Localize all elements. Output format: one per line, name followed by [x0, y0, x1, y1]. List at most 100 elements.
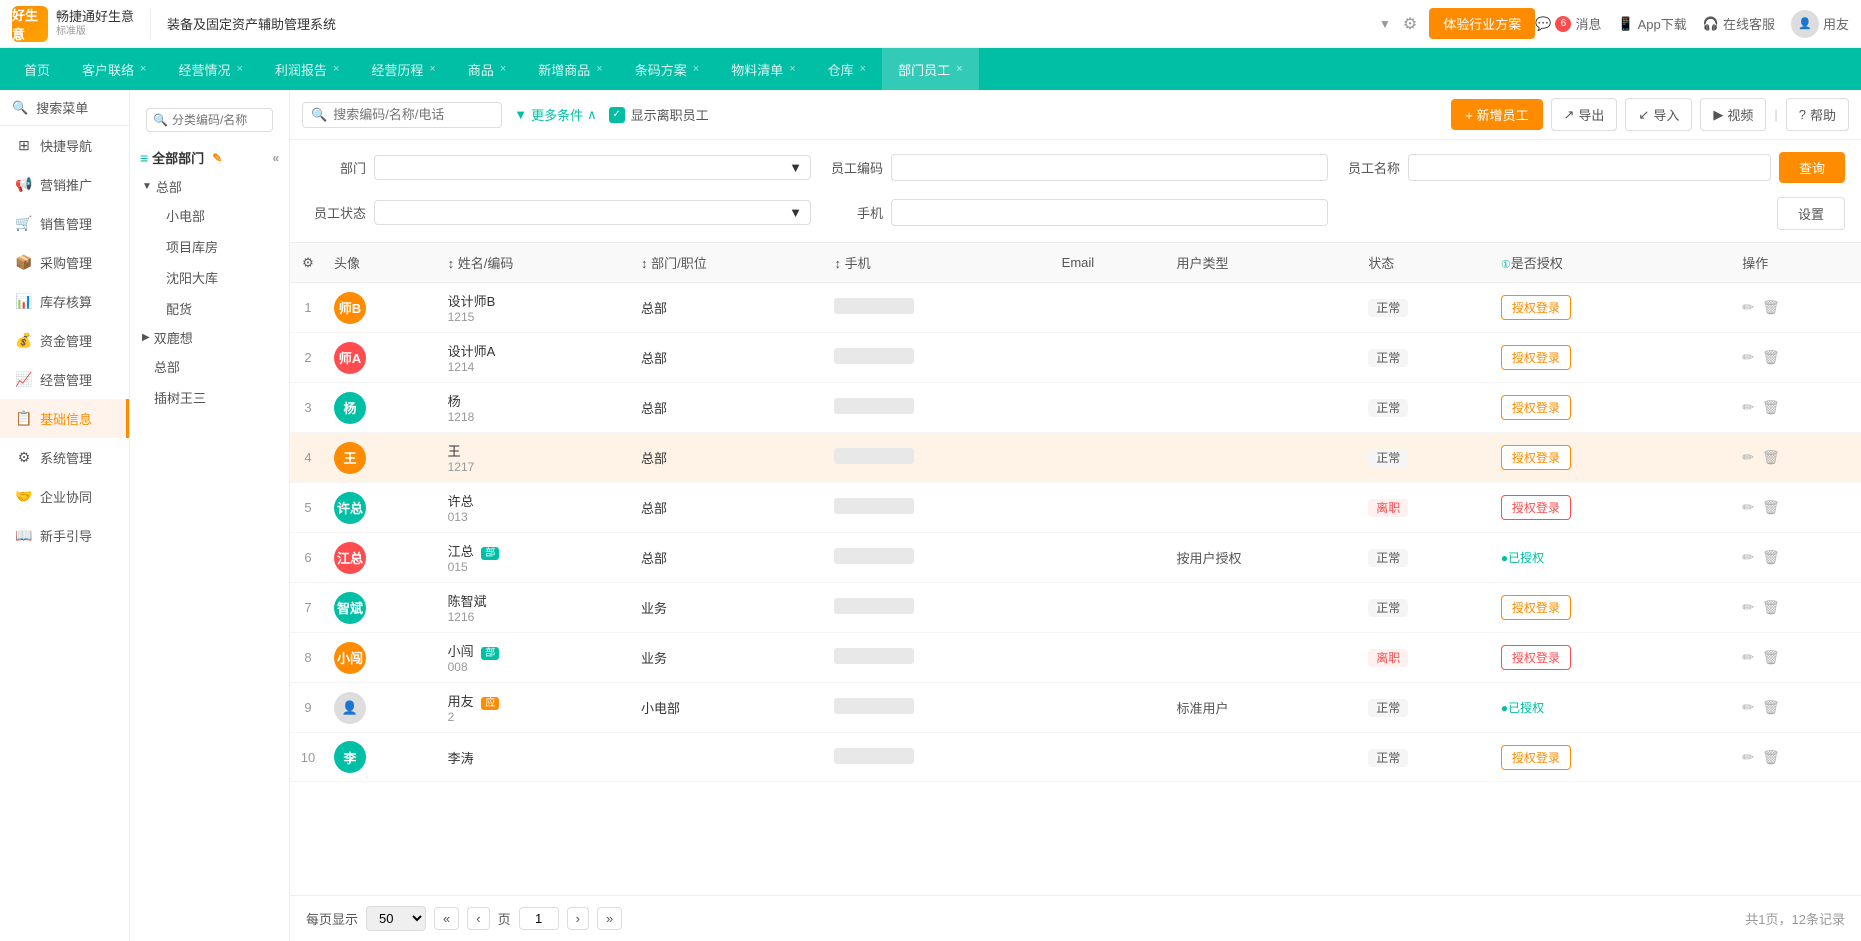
delete-icon[interactable]: 🗑: [1762, 449, 1780, 466]
dept-group-head[interactable]: ▼ 总部: [130, 173, 289, 200]
sys-dropdown-icon[interactable]: ▼: [1379, 17, 1391, 31]
edit-icon[interactable]: ✏: [1742, 599, 1754, 616]
search-input[interactable]: [333, 107, 493, 122]
sidebar-item-stock[interactable]: 📊 库存核算: [0, 282, 129, 321]
close-icon[interactable]: ×: [860, 63, 866, 75]
tab-goods[interactable]: 商品 ×: [452, 48, 522, 90]
auth-button[interactable]: 授权登录: [1501, 345, 1571, 370]
edit-icon[interactable]: ✏: [1742, 499, 1754, 516]
first-page-button[interactable]: «: [434, 907, 459, 930]
col-phone[interactable]: ↕ 手机: [826, 243, 1053, 283]
dept-item-zongbu[interactable]: 总部: [130, 351, 289, 382]
dept-item-delivery[interactable]: 配货: [142, 293, 289, 324]
delete-icon[interactable]: 🗑: [1762, 549, 1780, 566]
tab-warehouse[interactable]: 仓库 ×: [812, 48, 882, 90]
close-icon[interactable]: ×: [236, 63, 242, 75]
close-icon[interactable]: ×: [429, 63, 435, 75]
auth-button[interactable]: 授权登录: [1501, 395, 1571, 420]
emp-status-select[interactable]: ▼: [374, 200, 811, 225]
more-filter-button[interactable]: ▼ 更多条件 ∧: [514, 105, 596, 124]
auth-button[interactable]: 授权登录: [1501, 745, 1571, 770]
tab-barcode[interactable]: 条码方案 ×: [619, 48, 715, 90]
sidebar-item-cooperation[interactable]: 🤝 企业协同: [0, 477, 129, 516]
auth-button[interactable]: 授权登录: [1501, 295, 1571, 320]
close-icon[interactable]: ×: [956, 63, 962, 75]
sidebar-item-operation[interactable]: 📈 经营管理: [0, 360, 129, 399]
edit-dept-icon[interactable]: ✎: [212, 151, 222, 165]
config-icon[interactable]: ⚙: [1403, 14, 1417, 34]
dept-filter-select[interactable]: ▼: [374, 155, 811, 180]
auth-button[interactable]: 授权登录: [1501, 495, 1571, 520]
tab-add-goods[interactable]: 新增商品 ×: [522, 48, 618, 90]
query-button[interactable]: 查询: [1779, 152, 1845, 183]
tab-dept-staff[interactable]: 部门员工 ×: [882, 48, 978, 90]
delete-icon[interactable]: 🗑: [1762, 599, 1780, 616]
auth-button[interactable]: 授权登录: [1501, 645, 1571, 670]
close-icon[interactable]: ×: [333, 63, 339, 75]
sidebar-item-guide[interactable]: 📖 新手引导: [0, 516, 129, 555]
delete-icon[interactable]: 🗑: [1762, 299, 1780, 316]
sidebar-search[interactable]: 🔍 搜索菜单: [0, 90, 129, 126]
import-button[interactable]: ↙ 导入: [1625, 98, 1692, 131]
delete-icon[interactable]: 🗑: [1762, 749, 1780, 766]
app-download-button[interactable]: 📱 App下载: [1617, 14, 1686, 33]
message-button[interactable]: 💬 6 消息: [1535, 14, 1601, 33]
auth-button[interactable]: 授权登录: [1501, 595, 1571, 620]
sidebar-item-purchase[interactable]: 📦 采购管理: [0, 243, 129, 282]
col-dept[interactable]: ↕ 部门/职位: [633, 243, 826, 283]
emp-name-input[interactable]: [1408, 154, 1771, 181]
experience-button[interactable]: 体验行业方案: [1429, 8, 1535, 39]
edit-icon[interactable]: ✏: [1742, 399, 1754, 416]
col-gear[interactable]: ⚙: [290, 243, 326, 283]
phone-input[interactable]: [891, 199, 1328, 226]
sidebar-item-sales[interactable]: 🛒 销售管理: [0, 204, 129, 243]
delete-icon[interactable]: 🗑: [1762, 649, 1780, 666]
tab-history[interactable]: 经营历程 ×: [355, 48, 451, 90]
edit-icon[interactable]: ✏: [1742, 299, 1754, 316]
sidebar-item-system[interactable]: ⚙ 系统管理: [0, 438, 129, 477]
sidebar-item-basic[interactable]: 📋 基础信息: [0, 399, 129, 438]
next-page-button[interactable]: ›: [567, 907, 589, 930]
close-icon[interactable]: ×: [789, 63, 795, 75]
auth-button[interactable]: 授权登录: [1501, 445, 1571, 470]
col-name[interactable]: ↕ 姓名/编码: [440, 243, 633, 283]
online-service-button[interactable]: 🎧 在线客服: [1703, 14, 1775, 33]
per-page-select[interactable]: 50 100: [366, 906, 426, 931]
view-button[interactable]: ▶ 视频: [1700, 98, 1766, 131]
user-area[interactable]: 👤 用友: [1791, 10, 1849, 38]
prev-page-button[interactable]: ‹: [467, 907, 489, 930]
emp-code-input[interactable]: [891, 154, 1328, 181]
edit-icon[interactable]: ✏: [1742, 349, 1754, 366]
dept-search-input[interactable]: [172, 113, 266, 127]
close-icon[interactable]: ×: [500, 63, 506, 75]
dept-group-shuanglu[interactable]: ▶ 双鹿想: [130, 324, 289, 351]
tab-operation-status[interactable]: 经营情况 ×: [162, 48, 258, 90]
edit-icon[interactable]: ✏: [1742, 449, 1754, 466]
dept-item-chashuwang[interactable]: 插树王三: [130, 382, 289, 413]
current-page-input[interactable]: [519, 907, 559, 930]
edit-icon[interactable]: ✏: [1742, 649, 1754, 666]
last-page-button[interactable]: »: [597, 907, 622, 930]
sidebar-item-marketing[interactable]: 📢 营销推广: [0, 165, 129, 204]
reset-button[interactable]: 设置: [1777, 197, 1845, 230]
collapse-icon[interactable]: «: [272, 151, 279, 165]
close-icon[interactable]: ×: [140, 63, 146, 75]
help-button[interactable]: ? 帮助: [1786, 98, 1849, 131]
dept-item-xiaodibu[interactable]: 小电部: [142, 200, 289, 231]
close-icon[interactable]: ×: [596, 63, 602, 75]
tab-profit[interactable]: 利润报告 ×: [259, 48, 355, 90]
tab-bom[interactable]: 物料清单 ×: [715, 48, 811, 90]
delete-icon[interactable]: 🗑: [1762, 499, 1780, 516]
close-icon[interactable]: ×: [693, 63, 699, 75]
edit-icon[interactable]: ✏: [1742, 749, 1754, 766]
show-resigned-toggle[interactable]: ✓ 显示离职员工: [609, 105, 709, 124]
sidebar-item-finance[interactable]: 💰 资金管理: [0, 321, 129, 360]
delete-icon[interactable]: 🗑: [1762, 399, 1780, 416]
tab-home[interactable]: 首页: [8, 48, 66, 90]
edit-icon[interactable]: ✏: [1742, 549, 1754, 566]
edit-icon[interactable]: ✏: [1742, 699, 1754, 716]
delete-icon[interactable]: 🗑: [1762, 699, 1780, 716]
export-button[interactable]: ↗ 导出: [1551, 98, 1618, 131]
dept-item-shenyang[interactable]: 沈阳大库: [142, 262, 289, 293]
tab-customer[interactable]: 客户联络 ×: [66, 48, 162, 90]
